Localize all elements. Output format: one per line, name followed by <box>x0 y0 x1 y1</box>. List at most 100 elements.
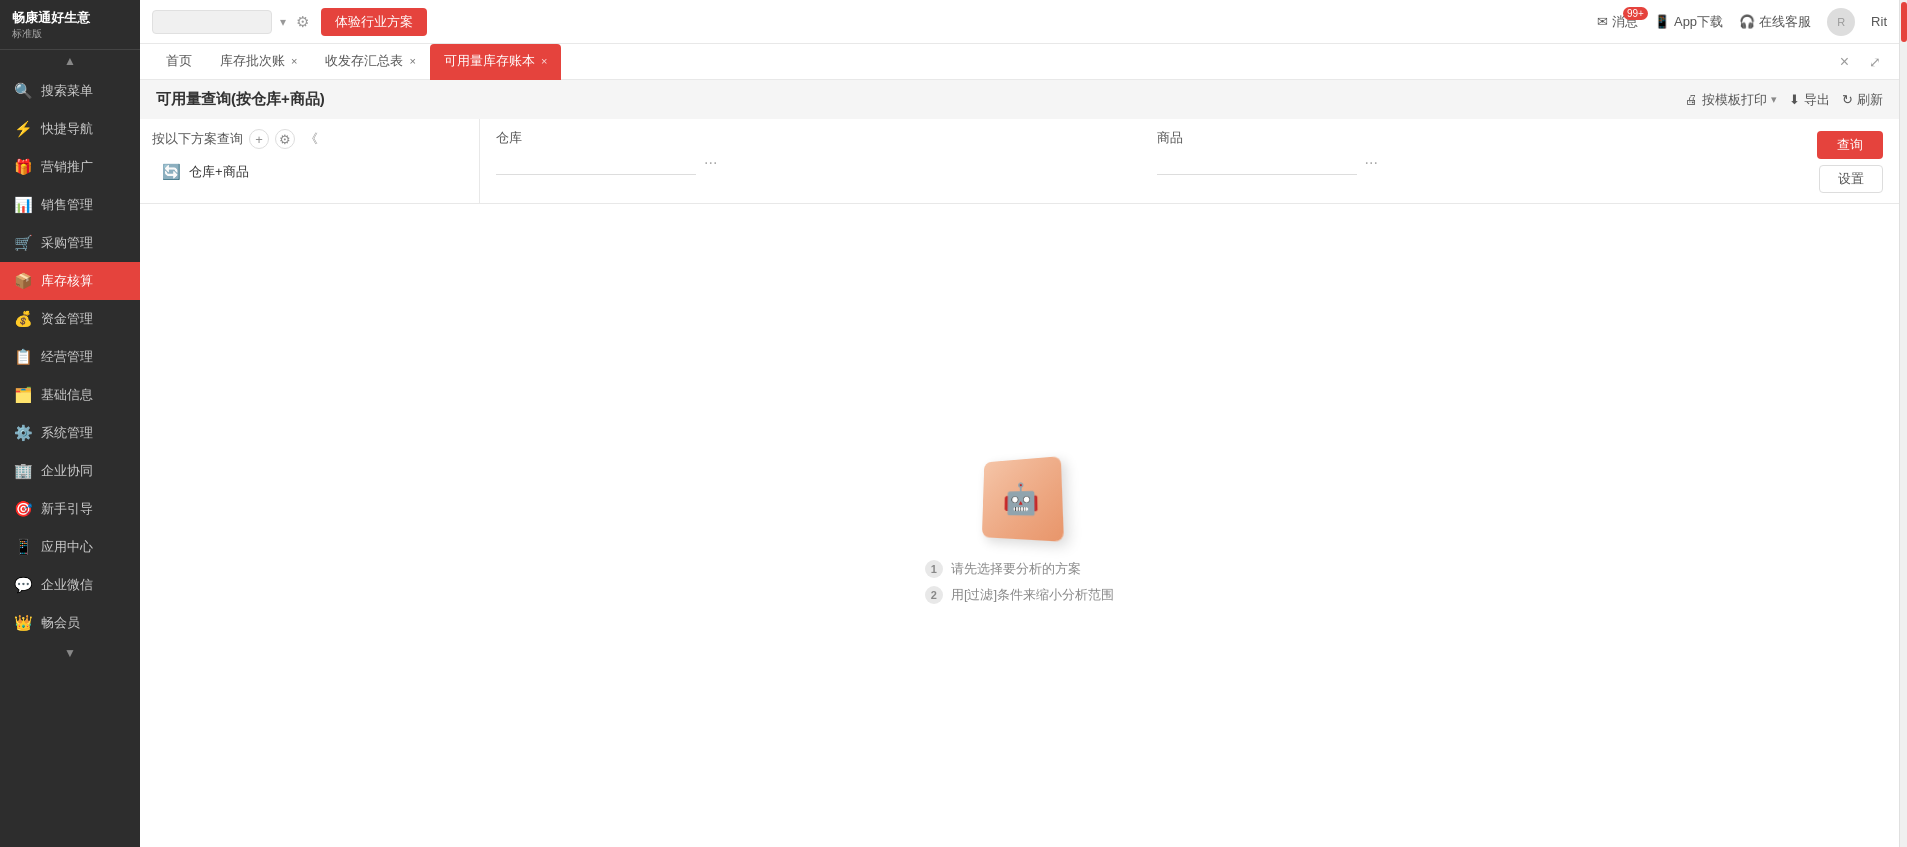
topbar-message[interactable]: ✉ 消息 99+ <box>1597 13 1638 31</box>
tab-batch-label: 库存批次账 <box>220 52 285 70</box>
topbar-search-input[interactable] <box>152 10 272 34</box>
sidebar-item-label: 销售管理 <box>41 196 93 214</box>
tab-home-label: 首页 <box>166 52 192 70</box>
add-scheme-button[interactable]: + <box>249 129 269 149</box>
empty-tip-1: 1 请先选择要分析的方案 <box>925 560 1114 578</box>
sidebar-item-label: 系统管理 <box>41 424 93 442</box>
sidebar-item-operations[interactable]: 📋 经营管理 <box>0 338 140 376</box>
sidebar-item-label: 采购管理 <box>41 234 93 252</box>
lightning-icon: ⚡ <box>14 120 33 138</box>
scrollbar-thumb[interactable] <box>1901 2 1907 42</box>
sidebar-item-marketing[interactable]: 🎁 营销推广 <box>0 148 140 186</box>
tab-home[interactable]: 首页 <box>152 44 206 80</box>
search-icon: 🔍 <box>14 82 33 100</box>
tab-available-label: 可用量库存账本 <box>444 52 535 70</box>
warehouse-field-row: ··· <box>496 151 1141 175</box>
sidebar-item-label: 企业协同 <box>41 462 93 480</box>
sidebar-scroll-down[interactable]: ▼ <box>0 642 140 664</box>
sidebar-item-label: 库存核算 <box>41 272 93 290</box>
tab-batch-close-icon[interactable]: × <box>291 55 297 67</box>
gift-icon: 🎁 <box>14 158 33 176</box>
phone-icon: 📱 <box>14 538 33 556</box>
topbar-app-download[interactable]: 📱 App下载 <box>1654 13 1723 31</box>
headset-icon: 🎧 <box>1739 14 1755 29</box>
tab-available[interactable]: 可用量库存账本 × <box>430 44 561 80</box>
tabs-right-actions: × ⤢ <box>1834 51 1887 73</box>
product-label: 商品 <box>1157 129 1802 147</box>
robot-icon: 🤖 <box>1002 479 1039 515</box>
logo-title: 畅康通好生意 <box>12 10 128 27</box>
main-content: ▾ ⚙ 体验行业方案 ✉ 消息 99+ 📱 App下载 🎧 在线客服 R Rit <box>140 0 1899 847</box>
sidebar-item-label: 搜索菜单 <box>41 82 93 100</box>
export-button[interactable]: ⬇ 导出 <box>1789 91 1830 109</box>
sidebar-item-label: 新手引导 <box>41 500 93 518</box>
trial-button[interactable]: 体验行业方案 <box>321 8 427 36</box>
scheme-settings-button[interactable]: ⚙ <box>275 129 295 149</box>
folder-icon: 🗂️ <box>14 386 33 404</box>
query-button[interactable]: 查询 <box>1817 131 1883 159</box>
target-icon: 🎯 <box>14 500 33 518</box>
sidebar-item-label: 营销推广 <box>41 158 93 176</box>
product-input[interactable] <box>1157 151 1357 175</box>
chart-icon: 📊 <box>14 196 33 214</box>
sidebar-item-inventory[interactable]: 📦 库存核算 <box>0 262 140 300</box>
refresh-button[interactable]: ↻ 刷新 <box>1842 91 1883 109</box>
sidebar-item-label: 应用中心 <box>41 538 93 556</box>
tab-summary-close-icon[interactable]: × <box>409 55 415 67</box>
sidebar-logo: 畅康通好生意 标准版 <box>0 0 140 50</box>
refresh-icon: ↻ <box>1842 92 1853 107</box>
warehouse-more-icon[interactable]: ··· <box>704 154 717 172</box>
sidebar-item-label: 资金管理 <box>41 310 93 328</box>
scheme-icon: 🔄 <box>162 163 181 181</box>
export-label: 导出 <box>1804 91 1830 109</box>
sidebar-item-finance[interactable]: 💰 资金管理 <box>0 300 140 338</box>
building-icon: 🏢 <box>14 462 33 480</box>
tabs-expand-button[interactable]: ⤢ <box>1863 52 1887 72</box>
sidebar-item-purchase[interactable]: 🛒 采购管理 <box>0 224 140 262</box>
topbar-service[interactable]: 🎧 在线客服 <box>1739 13 1811 31</box>
cart-icon: 🛒 <box>14 234 33 252</box>
warehouse-field: 仓库 ··· <box>496 129 1141 175</box>
empty-box: 🤖 <box>981 456 1063 542</box>
avatar-initial: R <box>1837 16 1845 28</box>
topbar-gear-icon[interactable]: ⚙ <box>296 13 309 31</box>
chevron-down-icon[interactable]: ▾ <box>280 15 286 29</box>
sidebar-item-newguide[interactable]: 🎯 新手引导 <box>0 490 140 528</box>
tab-batch[interactable]: 库存批次账 × <box>206 44 311 80</box>
chat-icon: 💬 <box>14 576 33 594</box>
tab-summary-label: 收发存汇总表 <box>325 52 403 70</box>
right-scrollbar[interactable] <box>1899 0 1907 847</box>
sidebar-scroll-up[interactable]: ▲ <box>0 50 140 72</box>
warehouse-input[interactable] <box>496 151 696 175</box>
query-left-panel: 按以下方案查询 + ⚙ 《 🔄 仓库+商品 <box>140 119 480 203</box>
sidebar-item-vip[interactable]: 👑 畅会员 <box>0 604 140 642</box>
sidebar-item-appstore[interactable]: 📱 应用中心 <box>0 528 140 566</box>
sidebar-item-system[interactable]: ⚙️ 系统管理 <box>0 414 140 452</box>
sidebar-item-label: 畅会员 <box>41 614 80 632</box>
sidebar-item-wechat[interactable]: 💬 企业微信 <box>0 566 140 604</box>
print-button[interactable]: 🖨 按模板打印 ▾ <box>1685 91 1777 109</box>
sidebar-item-label: 经营管理 <box>41 348 93 366</box>
sidebar: 畅康通好生意 标准版 ▲ 🔍 搜索菜单 ⚡ 快捷导航 🎁 营销推广 📊 销售管理… <box>0 0 140 847</box>
logo-sub: 标准版 <box>12 27 128 41</box>
message-icon: ✉ <box>1597 14 1608 29</box>
sidebar-item-enterprise[interactable]: 🏢 企业协同 <box>0 452 140 490</box>
message-badge: 99+ <box>1623 7 1648 20</box>
sidebar-item-shortcut[interactable]: ⚡ 快捷导航 <box>0 110 140 148</box>
collapse-icon[interactable]: 《 <box>305 130 318 148</box>
page-title: 可用量查询(按仓库+商品) <box>156 90 325 109</box>
sidebar-item-basic[interactable]: 🗂️ 基础信息 <box>0 376 140 414</box>
sidebar-item-sales[interactable]: 📊 销售管理 <box>0 186 140 224</box>
product-more-icon[interactable]: ··· <box>1365 154 1378 172</box>
query-right-panel: 仓库 ··· 商品 ··· 查询 设置 <box>480 119 1899 203</box>
empty-tips: 1 请先选择要分析的方案 2 用[过滤]条件来缩小分析范围 <box>925 560 1114 604</box>
clipboard-icon: 📋 <box>14 348 33 366</box>
empty-tip-2: 2 用[过滤]条件来缩小分析范围 <box>925 586 1114 604</box>
tab-available-close-icon[interactable]: × <box>541 55 547 67</box>
tabs-close-button[interactable]: × <box>1834 51 1855 73</box>
warehouse-label: 仓库 <box>496 129 1141 147</box>
scheme-item-warehouse-product[interactable]: 🔄 仓库+商品 <box>152 157 467 187</box>
tab-summary[interactable]: 收发存汇总表 × <box>311 44 429 80</box>
settings-button[interactable]: 设置 <box>1819 165 1883 193</box>
sidebar-item-search[interactable]: 🔍 搜索菜单 <box>0 72 140 110</box>
